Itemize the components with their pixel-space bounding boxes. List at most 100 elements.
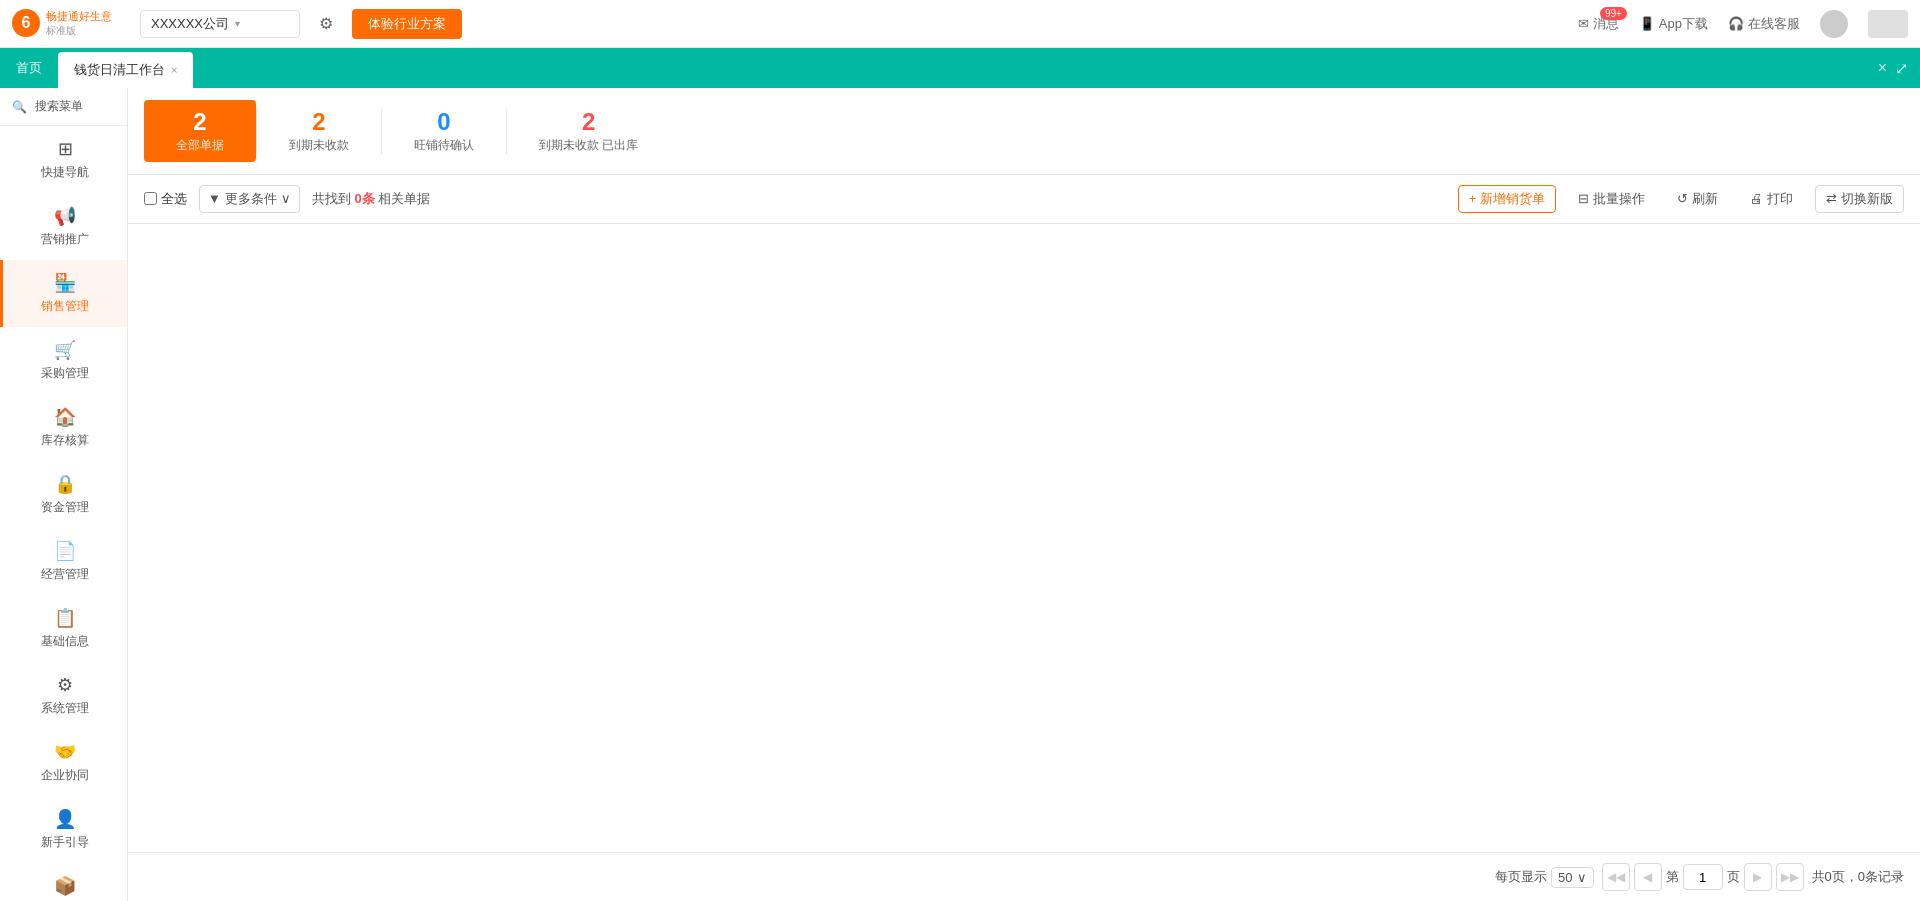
switch-version-button[interactable]: ⇄ 切换新版 — [1815, 185, 1904, 213]
page-number-input[interactable] — [1683, 864, 1723, 890]
filter-button[interactable]: ▼ 更多条件 ∨ — [199, 185, 300, 213]
tab-home[interactable]: 首页 — [0, 48, 58, 88]
finance-icon: 🔒 — [54, 473, 76, 495]
batch-icon: ⊟ — [1578, 191, 1589, 206]
filter-chevron-icon: ∨ — [281, 191, 291, 206]
batch-operation-button[interactable]: ⊟ 批量操作 — [1568, 186, 1655, 212]
sidebar-item-label: 企业协同 — [41, 767, 89, 784]
sidebar-item-newbie[interactable]: 👤 新手引导 — [0, 796, 127, 863]
page-size-chevron-icon: ∨ — [1577, 870, 1587, 885]
page-suffix: 页 — [1727, 868, 1740, 886]
new-sale-order-button[interactable]: + 新增销货单 — [1458, 185, 1556, 213]
sidebar-item-label: 营销推广 — [41, 231, 89, 248]
sidebar-item-label: 基础信息 — [41, 633, 89, 650]
stat-card-overdue-shipped[interactable]: 2 到期未收款 已出库 — [507, 100, 670, 162]
online-service-label: 在线客服 — [1748, 15, 1800, 33]
stat-card-all[interactable]: 2 全部单据 — [144, 100, 256, 162]
search-icon: 🔍 — [12, 100, 27, 114]
refresh-button[interactable]: ↺ 刷新 — [1667, 186, 1728, 212]
nav-tabs: 首页 钱货日清工作台 × × ⤢ — [0, 48, 1920, 88]
sidebar-item-finance[interactable]: 🔒 资金管理 — [0, 461, 127, 528]
next-page-button[interactable]: ▶ — [1744, 863, 1772, 891]
message-icon: ✉ — [1578, 16, 1589, 31]
logo-icon: 6 — [12, 9, 40, 37]
trial-button[interactable]: 体验行业方案 — [352, 9, 462, 39]
avatar[interactable] — [1820, 10, 1848, 38]
online-service-button[interactable]: 🎧 在线客服 — [1728, 15, 1800, 33]
logo-text: 畅捷通好生意 — [46, 9, 112, 23]
settings-button[interactable]: ⚙ — [310, 8, 342, 40]
print-button[interactable]: 🖨 打印 — [1740, 186, 1803, 212]
sidebar: 🔍 搜索菜单 ⊞ 快捷导航 📢 营销推广 🏪 销售管理 🛒 采购管理 🏠 库存核… — [0, 88, 128, 901]
found-count: 0条 — [355, 191, 375, 206]
logo-area: 6 畅捷通好生意 标准版 — [12, 9, 140, 37]
select-all-label: 全选 — [161, 190, 187, 208]
sidebar-item-quick-nav[interactable]: ⊞ 快捷导航 — [0, 126, 127, 193]
purchase-icon: 🛒 — [54, 339, 76, 361]
refresh-icon: ↺ — [1677, 191, 1688, 206]
home-tab-label: 首页 — [16, 59, 42, 77]
stat-num-pending: 0 — [437, 108, 450, 137]
company-selector[interactable]: XXXXXX公司 ▾ — [140, 10, 300, 38]
close-tab-icon[interactable]: × — [171, 64, 177, 76]
stat-label-overdue: 到期未收款 — [289, 137, 349, 154]
select-all-checkbox[interactable]: 全选 — [144, 190, 187, 208]
sidebar-item-sales[interactable]: 🏪 销售管理 — [0, 260, 127, 327]
tab-actions: × ⤢ — [1878, 59, 1920, 78]
page-size-value: 50 — [1558, 870, 1572, 885]
first-page-button[interactable]: ◀◀ — [1602, 863, 1630, 891]
maximize-window-icon[interactable]: ⤢ — [1895, 59, 1908, 78]
print-icon: 🖨 — [1750, 191, 1763, 206]
pagination: 每页显示 50 ∨ ◀◀ ◀ 第 页 ▶ ▶▶ 共0页，0条记录 — [128, 852, 1920, 901]
sidebar-item-label: 快捷导航 — [41, 164, 89, 181]
stat-label-overdue-shipped: 到期未收款 已出库 — [539, 137, 638, 154]
content-area: 2 全部单据 2 到期未收款 0 旺铺待确认 2 到期未收款 已出库 — [128, 88, 1920, 901]
prev-page-button[interactable]: ◀ — [1634, 863, 1662, 891]
toolbar: 全选 ▼ 更多条件 ∨ 共找到 0条 相关单据 + 新增销货单 ⊟ 批量操作 ↺ — [128, 175, 1920, 224]
sidebar-item-inventory[interactable]: 🏠 库存核算 — [0, 394, 127, 461]
close-window-icon[interactable]: × — [1878, 59, 1887, 78]
stat-num-all: 2 — [193, 108, 206, 137]
sidebar-item-system[interactable]: ⚙ 系统管理 — [0, 662, 127, 729]
table-area — [128, 224, 1920, 852]
newbie-icon: 👤 — [54, 808, 76, 830]
sidebar-item-app-center[interactable]: 📦 应用中心 — [0, 863, 127, 901]
page-size-selector: 每页显示 50 ∨ — [1495, 867, 1593, 888]
page-size-select-box[interactable]: 50 ∨ — [1551, 867, 1593, 888]
switch-icon: ⇄ — [1826, 191, 1837, 206]
filter-icon: ▼ — [208, 191, 221, 206]
top-header: 6 畅捷通好生意 标准版 XXXXXX公司 ▾ ⚙ 体验行业方案 ✉ 消息 99… — [0, 0, 1920, 48]
headset-icon: 🎧 — [1728, 16, 1744, 31]
select-all-input[interactable] — [144, 192, 157, 205]
stat-card-pending[interactable]: 0 旺铺待确认 — [382, 100, 506, 162]
logo-sub: 标准版 — [46, 24, 112, 38]
active-tab-label: 钱货日清工作台 — [74, 61, 165, 79]
stat-label-all: 全部单据 — [176, 137, 224, 154]
message-button[interactable]: ✉ 消息 99+ — [1578, 15, 1619, 33]
company-name: XXXXXX公司 — [151, 15, 229, 33]
stat-card-overdue[interactable]: 2 到期未收款 — [257, 100, 381, 162]
stat-num-overdue: 2 — [312, 108, 325, 137]
sidebar-item-label: 经营管理 — [41, 566, 89, 583]
sidebar-item-marketing[interactable]: 📢 营销推广 — [0, 193, 127, 260]
cooperation-icon: 🤝 — [54, 741, 76, 763]
sidebar-item-label: 资金管理 — [41, 499, 89, 516]
header-right: ✉ 消息 99+ 📱 App下载 🎧 在线客服 — [1578, 10, 1908, 38]
app-center-icon: 📦 — [54, 875, 76, 897]
sidebar-item-cooperation[interactable]: 🤝 企业协同 — [0, 729, 127, 796]
operations-icon: 📄 — [54, 540, 76, 562]
sidebar-item-operations[interactable]: 📄 经营管理 — [0, 528, 127, 595]
app-download-button[interactable]: 📱 App下载 — [1639, 15, 1708, 33]
last-page-button[interactable]: ▶▶ — [1776, 863, 1804, 891]
sidebar-search[interactable]: 🔍 搜索菜单 — [0, 88, 127, 126]
page-label: 第 — [1666, 868, 1679, 886]
tab-qinguo-daily[interactable]: 钱货日清工作台 × — [58, 52, 193, 88]
sidebar-item-label: 采购管理 — [41, 365, 89, 382]
total-records-label: 共0页，0条记录 — [1812, 868, 1904, 886]
sidebar-item-purchase[interactable]: 🛒 采购管理 — [0, 327, 127, 394]
app-download-label: App下载 — [1659, 15, 1708, 33]
sales-icon: 🏪 — [54, 272, 76, 294]
page-nav: ◀◀ ◀ 第 页 ▶ ▶▶ — [1602, 863, 1804, 891]
sidebar-item-basic-info[interactable]: 📋 基础信息 — [0, 595, 127, 662]
message-badge: 99+ — [1600, 7, 1627, 20]
